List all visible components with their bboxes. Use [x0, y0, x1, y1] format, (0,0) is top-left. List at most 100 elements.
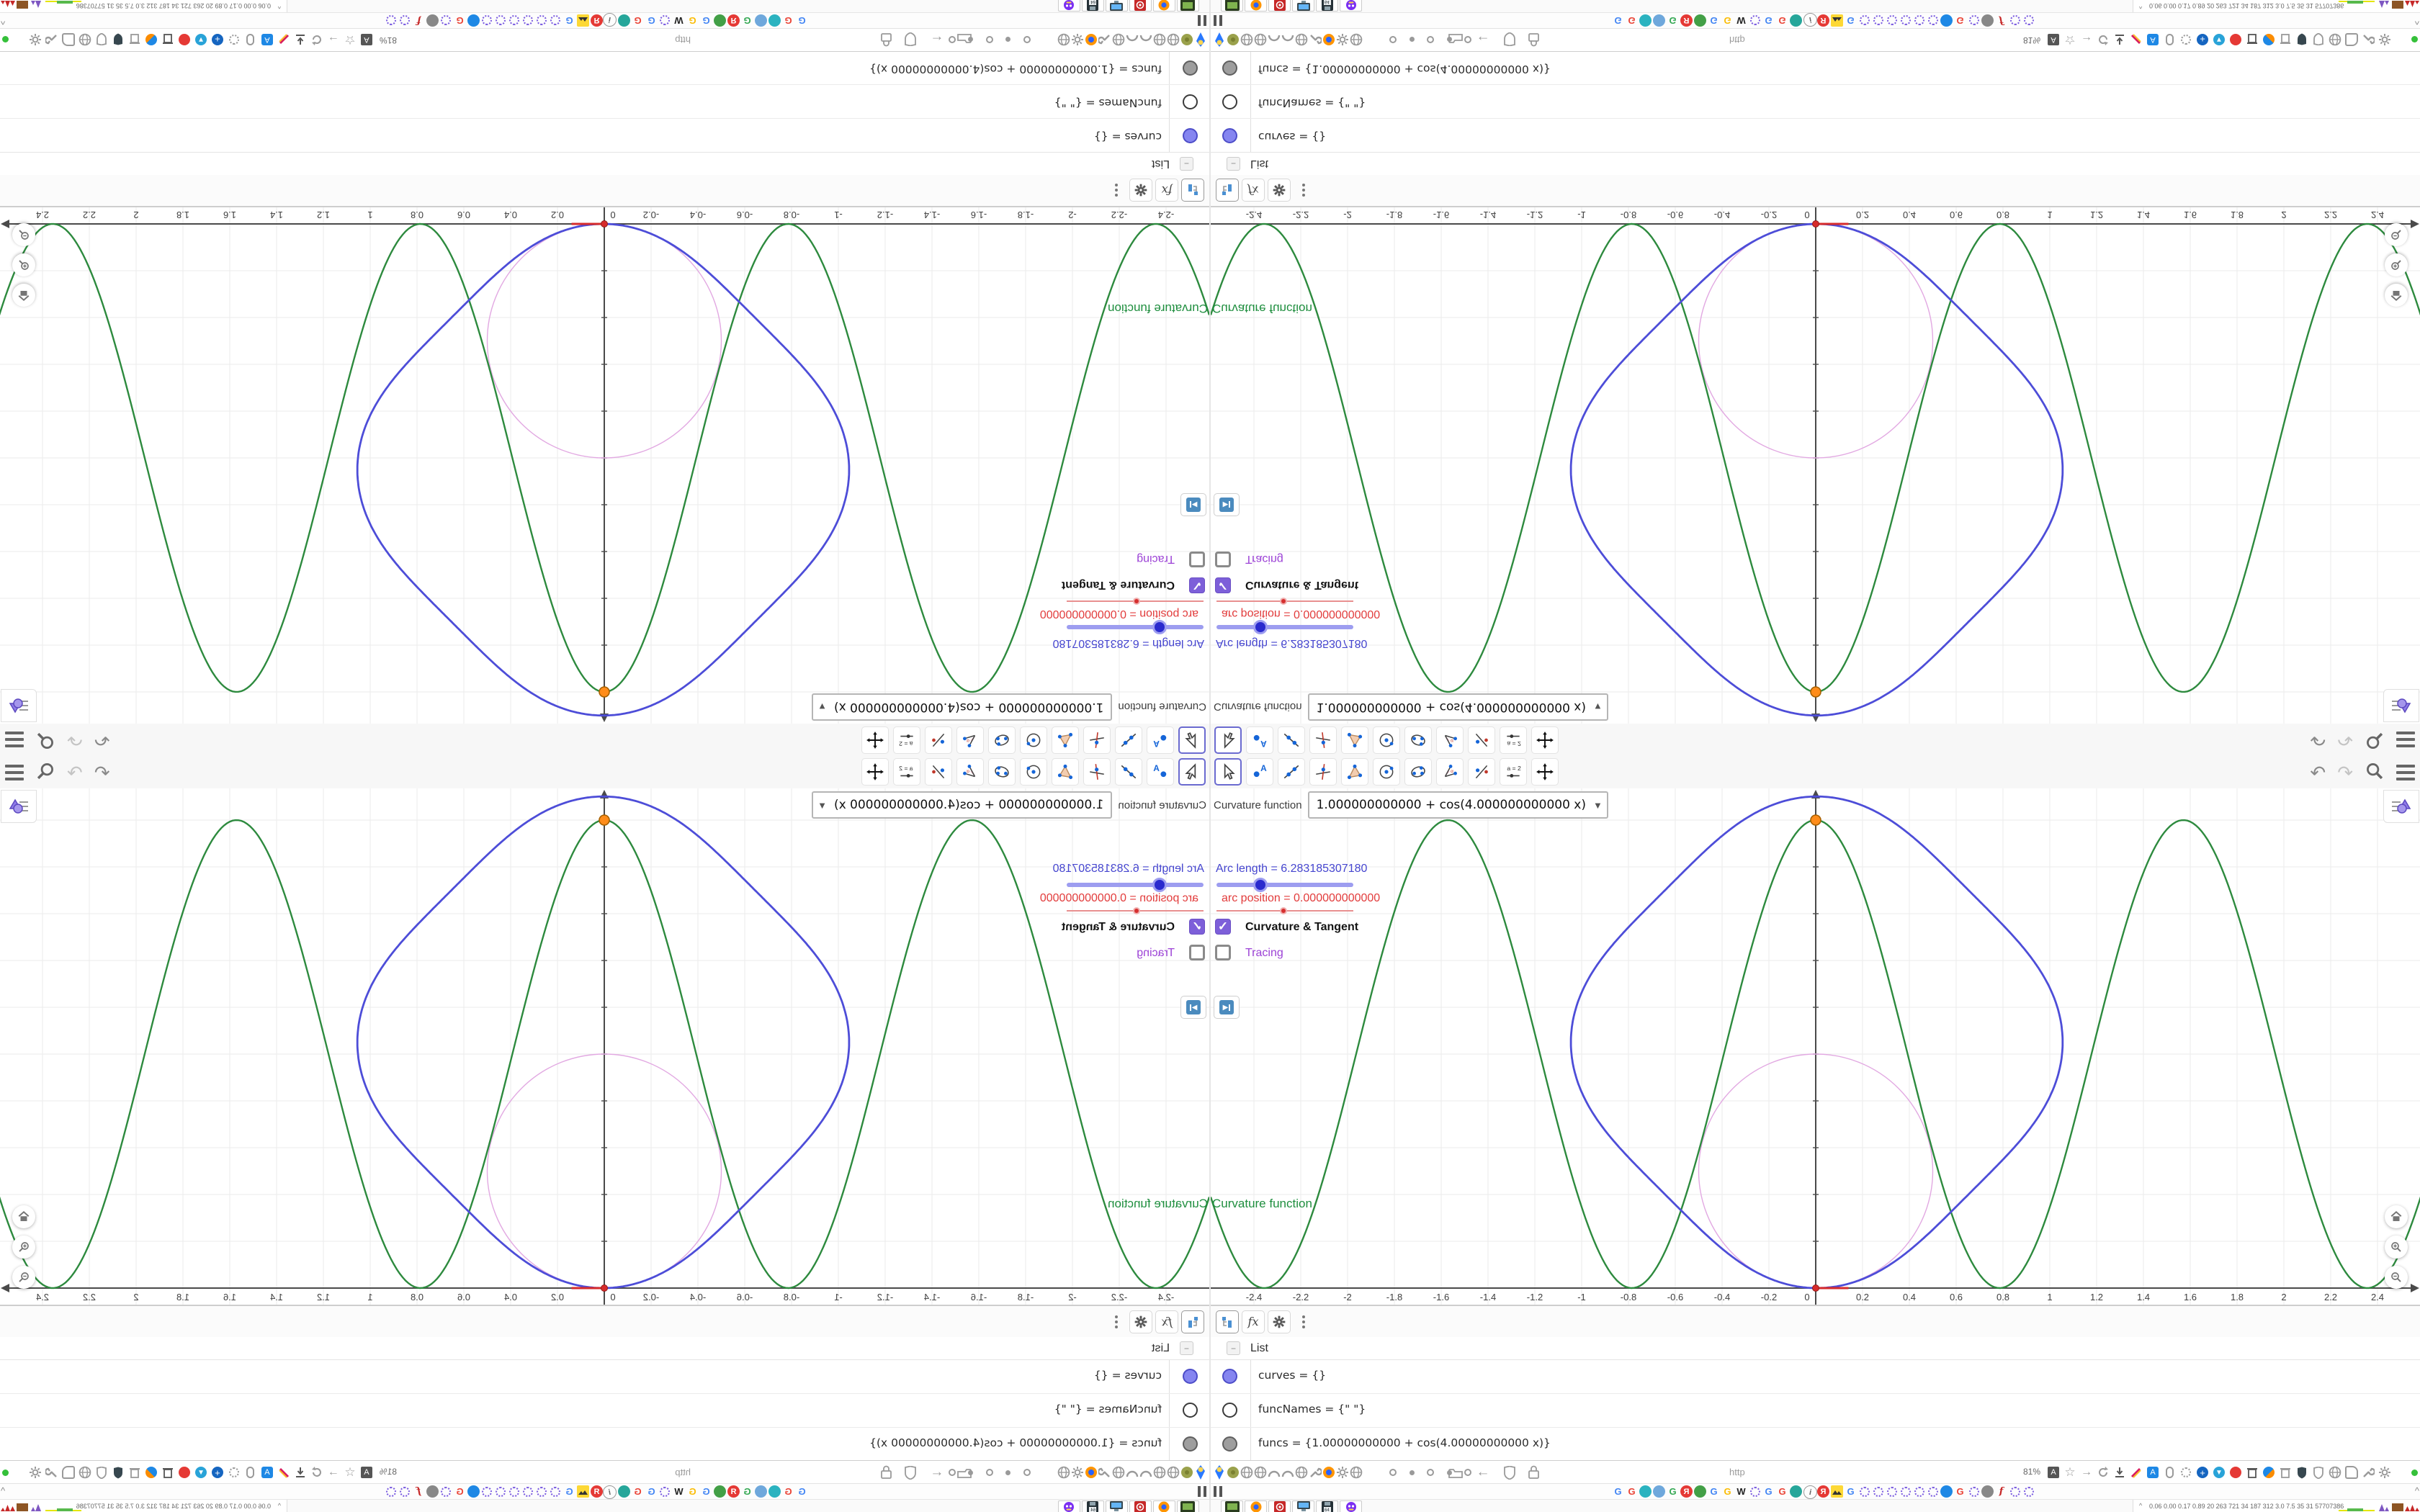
extension-star-icon[interactable]: ☆ [343, 1465, 357, 1480]
bookmark-favicon[interactable]: i [1803, 1485, 1817, 1499]
undo-icon[interactable]: ↶ [94, 762, 110, 783]
bookmark-favicon[interactable]: G [632, 14, 644, 27]
curvature-tangent-checkbox[interactable]: ✓ [1189, 577, 1205, 593]
globe-icon[interactable] [1240, 1465, 1254, 1480]
extension-flower-icon[interactable] [2179, 1465, 2193, 1480]
bookmark-favicon[interactable] [522, 1485, 534, 1498]
fx-button[interactable]: fx [1242, 1310, 1265, 1333]
dock-app-terminal-green[interactable] [1177, 0, 1199, 12]
tool-move-button[interactable] [1214, 726, 1242, 754]
dock-app-monitor[interactable] [1106, 1500, 1128, 1512]
extension-trash-icon[interactable] [161, 32, 175, 47]
extension-gear-icon[interactable] [2378, 1465, 2392, 1480]
bookmark-favicon[interactable] [495, 1485, 507, 1498]
firefox-icon[interactable] [1084, 32, 1098, 47]
bookmark-favicon[interactable]: G [1954, 1485, 1966, 1498]
tool-reflect-about-line-button[interactable] [1468, 758, 1495, 786]
folder-icon[interactable] [1448, 34, 1463, 45]
firefox-icon[interactable] [1084, 1465, 1098, 1480]
bookmark-favicon[interactable] [481, 1485, 493, 1498]
bookmark-favicon[interactable] [1872, 1485, 1884, 1498]
tab-dot-icon[interactable] [1389, 36, 1397, 43]
tool-circle-center-point-button[interactable] [1373, 726, 1400, 754]
extension-oval-icon[interactable] [2162, 32, 2177, 47]
menu-icon[interactable] [5, 732, 24, 747]
bookmark-favicon[interactable]: G [686, 1485, 699, 1498]
extension-down-blue-icon[interactable]: ▼ [2212, 1465, 2226, 1480]
olive-dot-icon[interactable] [1180, 1465, 1194, 1480]
zoom-in-button[interactable] [2385, 1236, 2408, 1259]
bookmark-favicon[interactable] [1790, 1485, 1802, 1498]
bookmark-favicon[interactable] [618, 1485, 630, 1498]
bookmark-favicon[interactable]: G [1667, 1485, 1679, 1498]
bookmark-favicon[interactable]: G [741, 14, 753, 27]
bookmark-favicon[interactable]: Я [591, 14, 603, 27]
play-step-button[interactable]: ▶ [1180, 493, 1206, 516]
status-chevron-icon[interactable]: ^ [2139, 1502, 2142, 1509]
extension-plus-blue-icon[interactable]: + [2195, 1465, 2210, 1480]
tab-dot-icon[interactable] [949, 1469, 956, 1476]
bookmark-favicon[interactable]: W [673, 14, 685, 27]
extension-compass-icon[interactable] [144, 32, 158, 47]
bookmark-favicon[interactable] [1981, 1485, 1994, 1498]
extension-thumb-icon[interactable] [2344, 1465, 2359, 1480]
kebab-menu-icon[interactable] [1115, 184, 1118, 197]
play-step-button[interactable]: ▶ [1214, 996, 1240, 1019]
arc-position-slider-knob[interactable] [1280, 907, 1287, 914]
undo-icon[interactable]: ↶ [2310, 729, 2326, 750]
wrench-icon[interactable] [1308, 32, 1322, 47]
bookmark-favicon[interactable] [399, 1485, 411, 1498]
tree-view-button[interactable] [1181, 179, 1204, 202]
bookmark-favicon[interactable]: G [1776, 1485, 1788, 1498]
visibility-marble[interactable] [1183, 60, 1198, 76]
algebra-row-funcs[interactable]: funcs = {1.00000000000 + cos(4.000000000… [0, 1428, 1209, 1462]
settings-button[interactable] [1129, 179, 1152, 202]
tracing-checkbox[interactable] [1215, 945, 1231, 960]
status-chevron-icon[interactable]: ^ [278, 1502, 281, 1509]
tab-dot-icon[interactable] [1408, 36, 1415, 43]
bookmark-favicon[interactable] [659, 1485, 671, 1498]
extension-trash-icon[interactable] [2245, 1465, 2259, 1480]
bookmark-favicon[interactable]: G [454, 14, 466, 27]
play-step-button[interactable]: ▶ [1180, 996, 1206, 1019]
back-arrow-icon[interactable]: ← [1476, 1464, 1490, 1480]
extension-gear-icon[interactable] [28, 1465, 42, 1480]
algebra-row-funcs[interactable]: funcs = {1.00000000000 + cos(4.000000000… [1211, 1428, 2420, 1462]
bookmark-favicon[interactable]: W [1735, 14, 1747, 27]
extension-arrow-right-icon[interactable]: → [2079, 1465, 2094, 1480]
extension-globe-icon[interactable] [2328, 32, 2342, 47]
visibility-marble[interactable] [1222, 1369, 1237, 1384]
settings-button[interactable] [1268, 1310, 1291, 1333]
tool-line-button[interactable] [1278, 758, 1305, 786]
zoom-in-button[interactable] [12, 253, 35, 276]
bookmark-favicon[interactable] [440, 14, 452, 27]
bookmark-favicon[interactable] [385, 14, 398, 27]
globe-icon[interactable] [1152, 32, 1167, 47]
graphics-view[interactable]: -2.4 -2.2 -2 -1.8 -1.6 -1.4 -1.2 -1 -0.8 -0.6 -0.4… [0, 788, 1209, 1305]
tree-view-button[interactable] [1216, 1310, 1239, 1333]
tool-ellipse-button[interactable] [1404, 758, 1432, 786]
extension-oval-icon[interactable] [2162, 1465, 2177, 1480]
tool-angle-button[interactable]: α [1436, 758, 1464, 786]
arc-length-slider-knob[interactable] [1253, 620, 1268, 634]
dock-app-settings-red[interactable] [1268, 1500, 1291, 1512]
fx-button[interactable]: fx [1242, 179, 1265, 202]
tool-polygon-button[interactable] [1052, 758, 1079, 786]
bookmark-favicon[interactable]: G [563, 14, 575, 27]
algebra-row-curves[interactable]: curves = {} [1211, 1360, 2420, 1394]
bookmark-favicon[interactable] [522, 14, 534, 27]
arc-icon[interactable] [1139, 32, 1153, 47]
arc-position-slider[interactable] [1216, 907, 1353, 914]
bookmark-favicon[interactable] [1653, 14, 1665, 27]
extension-translate-dark-icon[interactable]: A [359, 1465, 374, 1480]
extension-wrench-icon[interactable] [45, 1465, 59, 1480]
extension-translate-dark-icon[interactable]: A [2046, 32, 2061, 47]
dock-app-firefox[interactable] [1245, 1500, 1267, 1512]
globe-icon[interactable] [1111, 1465, 1126, 1480]
bookmark-favicon[interactable]: G [1776, 14, 1788, 27]
extension-shield-gray-icon[interactable] [94, 32, 109, 47]
url-text[interactable]: http [1729, 1467, 1745, 1477]
arc-position-slider-knob[interactable] [1133, 598, 1140, 605]
tool-circle-center-point-button[interactable] [1020, 726, 1047, 754]
bookmark-favicon[interactable]: G [1762, 1485, 1775, 1498]
